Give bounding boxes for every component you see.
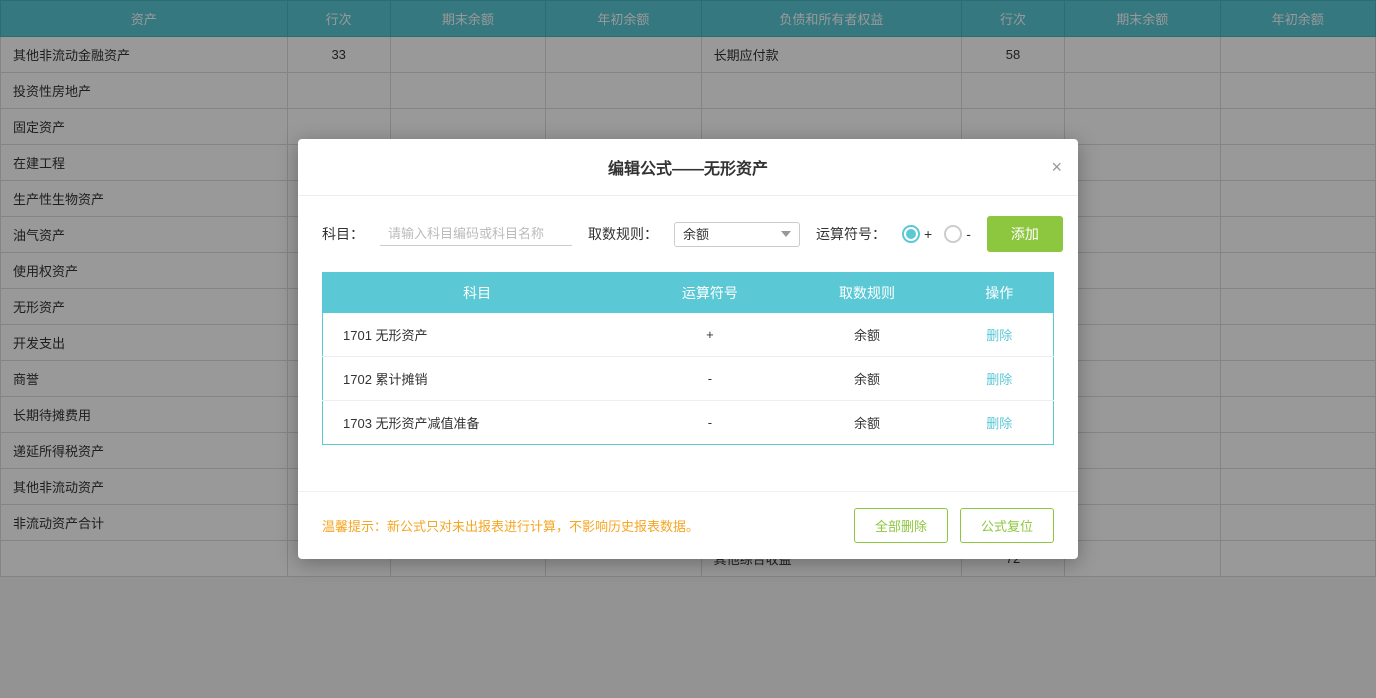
formula-table: 科目 运算符号 取数规则 操作 1701 无形资产 + 余额 删除 1702 累…	[322, 272, 1054, 445]
modal-header: 编辑公式——无形资产 ×	[298, 139, 1078, 196]
radio-circle-minus	[944, 225, 962, 243]
edit-formula-modal: 编辑公式——无形资产 × 科目： 取数规则： 余额 借方发生额 贷方发生额 借方…	[298, 139, 1078, 559]
th-action: 操作	[945, 273, 1053, 314]
subject-label: 科目：	[322, 224, 364, 244]
modal-close-button[interactable]: ×	[1051, 158, 1062, 176]
table-row: 1703 无形资产减值准备 - 余额 删除	[323, 401, 1054, 445]
operator-plus-radio[interactable]: +	[902, 225, 932, 243]
modal-overlay: 编辑公式——无形资产 × 科目： 取数规则： 余额 借方发生额 贷方发生额 借方…	[0, 0, 1376, 698]
operator-minus-radio[interactable]: -	[944, 225, 971, 243]
operator-minus-label: -	[966, 226, 971, 242]
formula-table-body: 1701 无形资产 + 余额 删除 1702 累计摊销 - 余额 删除 1703…	[323, 313, 1054, 445]
operator-plus-label: +	[924, 226, 932, 242]
formula-operator-cell: +	[631, 313, 788, 357]
modal-title: 编辑公式——无形资产	[608, 161, 768, 178]
formula-subject-cell: 1702 累计摊销	[323, 357, 632, 401]
table-row: 1701 无形资产 + 余额 删除	[323, 313, 1054, 357]
formula-form-row: 科目： 取数规则： 余额 借方发生额 贷方发生额 借方累计发生额 贷方累计发生额…	[322, 216, 1054, 252]
formula-subject-cell: 1701 无形资产	[323, 313, 632, 357]
radio-circle-plus	[902, 225, 920, 243]
footer-hint: 温馨提示：新公式只对未出报表进行计算，不影响历史报表数据。	[322, 516, 699, 535]
delete-link[interactable]: 删除	[986, 416, 1012, 431]
formula-operator-cell: -	[631, 357, 788, 401]
formula-rule-cell: 余额	[788, 401, 945, 445]
modal-body: 科目： 取数规则： 余额 借方发生额 贷方发生额 借方累计发生额 贷方累计发生额…	[298, 196, 1078, 491]
formula-action-cell: 删除	[945, 401, 1053, 445]
delete-link[interactable]: 删除	[986, 372, 1012, 387]
formula-rule-cell: 余额	[788, 357, 945, 401]
footer-button-group: 全部删除 公式复位	[854, 508, 1054, 543]
reset-formula-button[interactable]: 公式复位	[960, 508, 1054, 543]
delete-all-button[interactable]: 全部删除	[854, 508, 948, 543]
formula-action-cell: 删除	[945, 313, 1053, 357]
formula-operator-cell: -	[631, 401, 788, 445]
formula-table-head: 科目 运算符号 取数规则 操作	[323, 273, 1054, 314]
add-button[interactable]: 添加	[987, 216, 1063, 252]
operator-label: 运算符号：	[816, 224, 886, 244]
operator-radio-group: + -	[902, 225, 971, 243]
rule-label: 取数规则：	[588, 224, 658, 244]
formula-subject-cell: 1703 无形资产减值准备	[323, 401, 632, 445]
modal-footer: 温馨提示：新公式只对未出报表进行计算，不影响历史报表数据。 全部删除 公式复位	[298, 491, 1078, 559]
th-subject: 科目	[323, 273, 632, 314]
th-operator: 运算符号	[631, 273, 788, 314]
table-row: 1702 累计摊销 - 余额 删除	[323, 357, 1054, 401]
formula-rule-cell: 余额	[788, 313, 945, 357]
delete-link[interactable]: 删除	[986, 328, 1012, 343]
subject-input[interactable]	[380, 222, 572, 246]
formula-action-cell: 删除	[945, 357, 1053, 401]
rule-select[interactable]: 余额 借方发生额 贷方发生额 借方累计发生额 贷方累计发生额	[674, 222, 800, 247]
th-rule: 取数规则	[788, 273, 945, 314]
